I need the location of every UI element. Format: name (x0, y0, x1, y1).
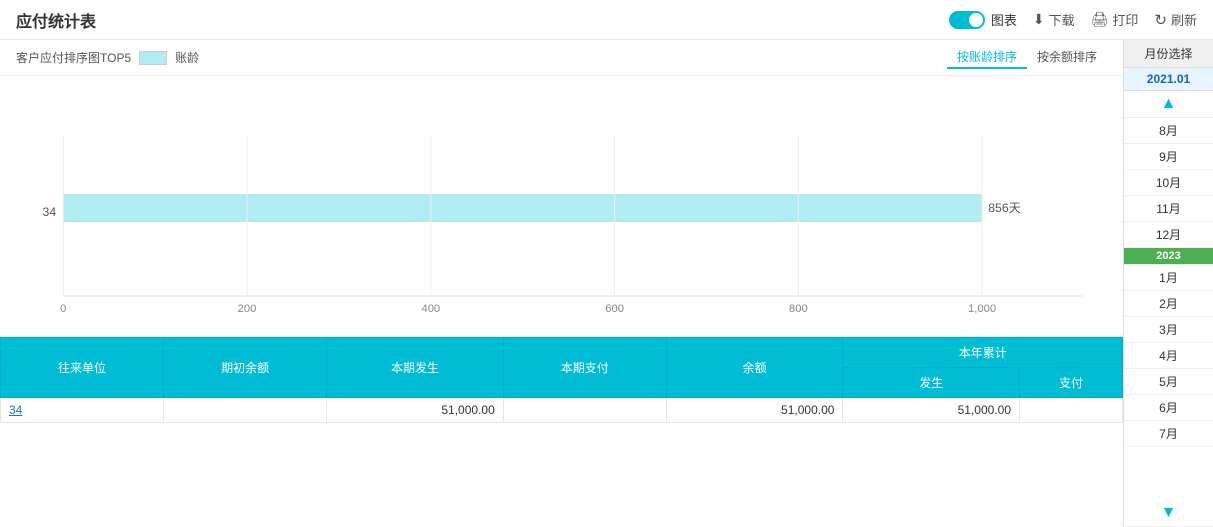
refresh-button[interactable]: 刷新 (1154, 10, 1197, 29)
cell-balance: 51,000.00 (666, 398, 843, 423)
refresh-icon (1154, 11, 1167, 29)
month-item[interactable]: 8月 (1124, 118, 1213, 144)
bar-chart-container: 34 856天 0 200 400 600 800 1,000 (0, 76, 1123, 336)
print-icon (1091, 11, 1109, 28)
month-item[interactable]: 2月 (1124, 291, 1213, 317)
cell-opening (164, 398, 327, 423)
legend-box (139, 51, 167, 65)
data-table: 往来单位 期初余额 本期发生 本期支付 余额 本年累计 发生 支付 (0, 336, 1123, 423)
svg-text:600: 600 (605, 303, 624, 315)
month-item[interactable]: 1月 (1124, 265, 1213, 291)
chart-legend: 客户应付排序图TOP5 账龄 (16, 49, 199, 66)
cell-unit: 34 (1, 398, 164, 423)
month-item[interactable]: 11月 (1124, 196, 1213, 222)
legend-text: 客户应付排序图TOP5 (16, 49, 131, 66)
month-item[interactable]: 10月 (1124, 170, 1213, 196)
download-label: 下载 (1049, 10, 1075, 29)
download-button[interactable]: 下载 (1033, 10, 1075, 29)
th-current-pay: 本期支付 (503, 338, 666, 398)
svg-text:856天: 856天 (988, 201, 1021, 215)
month-list: 8月9月10月11月12月20231月2月3月4月5月6月7月 (1124, 118, 1213, 500)
svg-text:34: 34 (43, 205, 57, 219)
refresh-label: 刷新 (1171, 10, 1197, 29)
month-item[interactable]: 3月 (1124, 317, 1213, 343)
svg-text:400: 400 (421, 303, 440, 315)
table-row: 34 51,000.00 51,000.00 51,000.00 (1, 398, 1123, 423)
header-actions: 图表 下载 打印 刷新 (949, 10, 1197, 29)
month-item[interactable]: 5月 (1124, 369, 1213, 395)
th-balance: 余额 (666, 338, 843, 398)
legend-label: 账龄 (175, 49, 199, 66)
th-ytd-pay: 支付 (1020, 368, 1123, 398)
scroll-up-button[interactable]: ▲ (1124, 91, 1213, 118)
page-title: 应付统计表 (16, 8, 96, 32)
sidebar-scroll: ▲ 8月9月10月11月12月20231月2月3月4月5月6月7月 ▼ (1124, 91, 1213, 527)
th-ytd-group: 本年累计 (843, 338, 1123, 368)
th-current-occ: 本期发生 (327, 338, 504, 398)
month-item[interactable]: 6月 (1124, 395, 1213, 421)
cell-ytd-pay (1020, 398, 1123, 423)
month-item[interactable]: 9月 (1124, 144, 1213, 170)
cell-ytd-occ: 51,000.00 (843, 398, 1020, 423)
chart-toggle[interactable] (949, 11, 985, 29)
th-unit: 往来单位 (1, 338, 164, 398)
right-sidebar: 月份选择 2021.01 ▲ 8月9月10月11月12月20231月2月3月4月… (1123, 40, 1213, 527)
month-item[interactable]: 4月 (1124, 343, 1213, 369)
download-icon (1033, 11, 1045, 28)
print-button[interactable]: 打印 (1091, 10, 1139, 29)
sidebar-header: 月份选择 (1124, 40, 1213, 68)
th-ytd-occ: 发生 (843, 368, 1020, 398)
scroll-down-button[interactable]: ▼ (1124, 500, 1213, 527)
sidebar-current-value[interactable]: 2021.01 (1124, 68, 1213, 91)
print-label: 打印 (1112, 10, 1138, 29)
toggle-label: 图表 (991, 10, 1017, 29)
svg-text:200: 200 (238, 303, 257, 315)
month-item[interactable]: 12月 (1124, 222, 1213, 248)
chart-toggle-wrap: 图表 (949, 10, 1017, 29)
unit-link[interactable]: 34 (9, 403, 22, 417)
month-item[interactable]: 7月 (1124, 421, 1213, 447)
month-item[interactable]: 2023 (1124, 248, 1213, 265)
sort-by-amount-tab[interactable]: 按账龄排序 (947, 46, 1027, 69)
cell-current-pay (503, 398, 666, 423)
sort-by-balance-tab[interactable]: 按余额排序 (1027, 46, 1107, 69)
svg-text:0: 0 (60, 303, 66, 315)
th-opening: 期初余额 (164, 338, 327, 398)
svg-text:800: 800 (789, 303, 808, 315)
svg-text:1,000: 1,000 (968, 303, 996, 315)
cell-current-occ: 51,000.00 (327, 398, 504, 423)
sort-tabs: 按账龄排序 按余额排序 (947, 46, 1107, 69)
